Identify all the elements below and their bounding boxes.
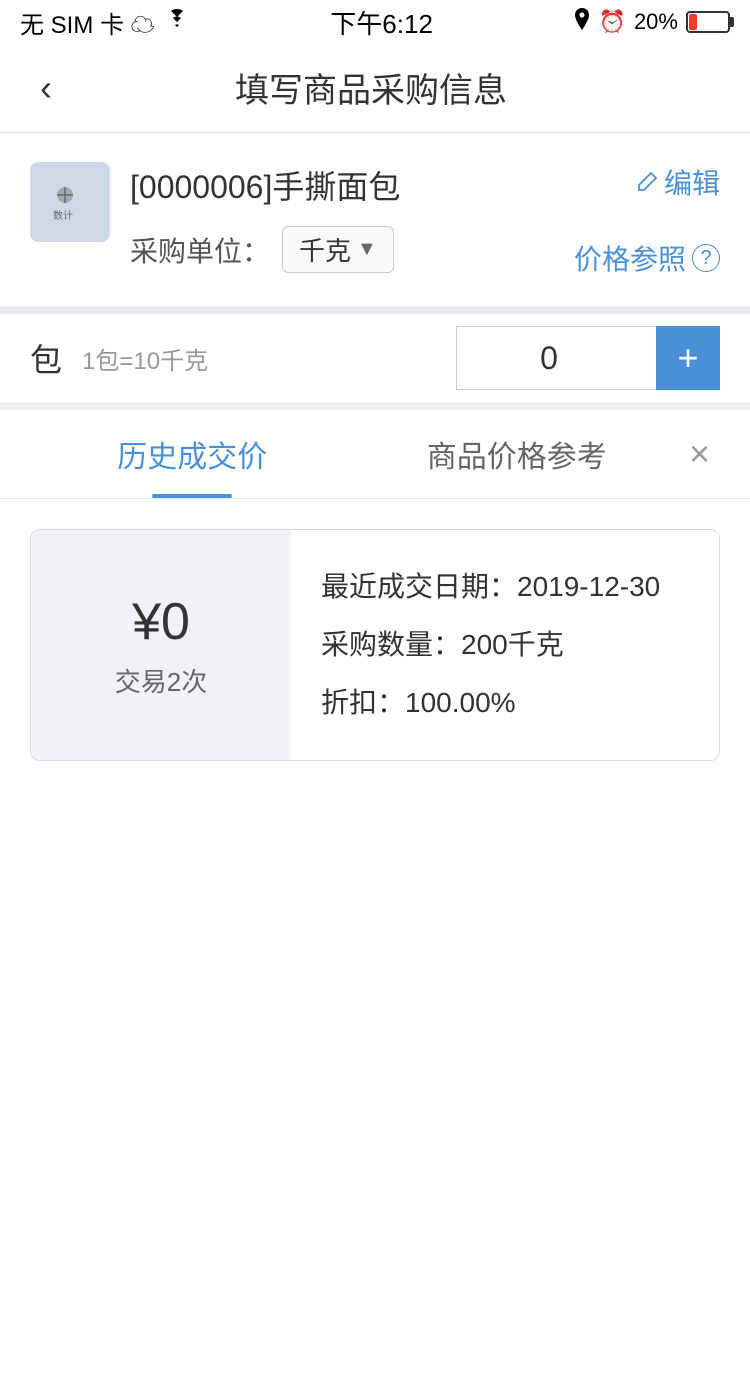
history-card: ¥0 交易2次 最近成交日期：2019-12-30 采购数量：200千克 折扣：… <box>30 529 720 761</box>
page-title: 填写商品采购信息 <box>82 63 660 112</box>
battery-icon <box>686 11 730 33</box>
product-name: [0000006]手撕面包 <box>130 162 400 208</box>
battery-percent: 20% <box>634 9 678 35</box>
nav-bar: ‹ 填写商品采购信息 <box>0 44 750 132</box>
signal-icon: 无 SIM 卡 ☁ <box>20 5 155 40</box>
back-button[interactable]: ‹ <box>30 57 62 119</box>
tab-price-ref[interactable]: 商品价格参考 <box>354 410 678 498</box>
product-left: 数计 [0000006]手撕面包 采购单位： 千克 ▼ <box>30 162 400 273</box>
card-area: ¥0 交易2次 最近成交日期：2019-12-30 采购数量：200千克 折扣：… <box>0 499 750 791</box>
product-section: 数计 [0000006]手撕面包 采购单位： 千克 ▼ 编辑 价 <box>0 134 750 306</box>
discount-value: 100.00% <box>405 687 516 718</box>
quantity-input-wrap: + <box>456 326 720 390</box>
page-rest <box>0 791 750 1391</box>
recent-date-row: 最近成交日期：2019-12-30 <box>321 566 689 608</box>
unit-selector[interactable]: 千克 ▼ <box>282 226 394 273</box>
help-icon: ? <box>692 244 720 272</box>
quantity-unit-label: 包 <box>30 335 62 381</box>
product-right-col: 编辑 价格参照 ? <box>574 162 720 278</box>
svg-text:数计: 数计 <box>53 209 73 222</box>
quantity-row: 包 1包=10千克 + <box>0 314 750 402</box>
quantity-sublabel: 1包=10千克 <box>82 341 436 376</box>
card-detail-area: 最近成交日期：2019-12-30 采购数量：200千克 折扣：100.00% <box>291 530 719 760</box>
edit-button[interactable]: 编辑 <box>636 162 720 202</box>
purchase-qty-row: 采购数量：200千克 <box>321 624 689 666</box>
tabs-header: 历史成交价 商品价格参考 × <box>0 410 750 498</box>
status-right: ⏰ 20% <box>573 8 730 36</box>
recent-date-value: 2019-12-30 <box>517 571 660 602</box>
tab-history-price[interactable]: 历史成交价 <box>30 410 354 498</box>
alarm-icon: ⏰ <box>599 9 626 35</box>
unit-label: 采购单位： <box>130 230 270 270</box>
tabs-close-button[interactable]: × <box>679 423 720 485</box>
tab-price-ref-label: 商品价格参考 <box>427 432 607 476</box>
section-divider <box>0 306 750 314</box>
purchase-qty-value: 200千克 <box>461 629 564 660</box>
quantity-plus-button[interactable]: + <box>656 326 720 390</box>
tab-history-label: 历史成交价 <box>117 432 267 476</box>
edit-label: 编辑 <box>664 162 720 202</box>
purchase-qty-label: 采购数量： <box>321 629 461 660</box>
product-thumbnail: 数计 <box>30 162 110 242</box>
price-ref-label: 价格参照 <box>574 238 686 278</box>
status-time: 下午6:12 <box>330 4 433 41</box>
card-price-area: ¥0 交易2次 <box>31 530 291 760</box>
recent-date-label: 最近成交日期： <box>321 571 517 602</box>
product-info: [0000006]手撕面包 采购单位： 千克 ▼ <box>130 162 400 273</box>
product-unit-row: 采购单位： 千克 ▼ <box>130 226 400 273</box>
location-icon <box>573 8 591 36</box>
dropdown-arrow-icon: ▼ <box>357 238 377 261</box>
unit-value: 千克 <box>299 231 351 268</box>
quantity-input[interactable] <box>456 326 656 390</box>
history-count: 交易2次 <box>115 662 207 699</box>
status-left: 无 SIM 卡 ☁ <box>20 5 191 40</box>
discount-row: 折扣：100.00% <box>321 682 689 724</box>
status-bar: 无 SIM 卡 ☁ 下午6:12 ⏰ 20% <box>0 0 750 44</box>
price-ref-button[interactable]: 价格参照 ? <box>574 238 720 278</box>
discount-label: 折扣： <box>321 687 405 718</box>
history-price: ¥0 <box>132 592 190 652</box>
wifi-icon <box>163 8 191 36</box>
tabs-section: 历史成交价 商品价格参考 × <box>0 410 750 499</box>
